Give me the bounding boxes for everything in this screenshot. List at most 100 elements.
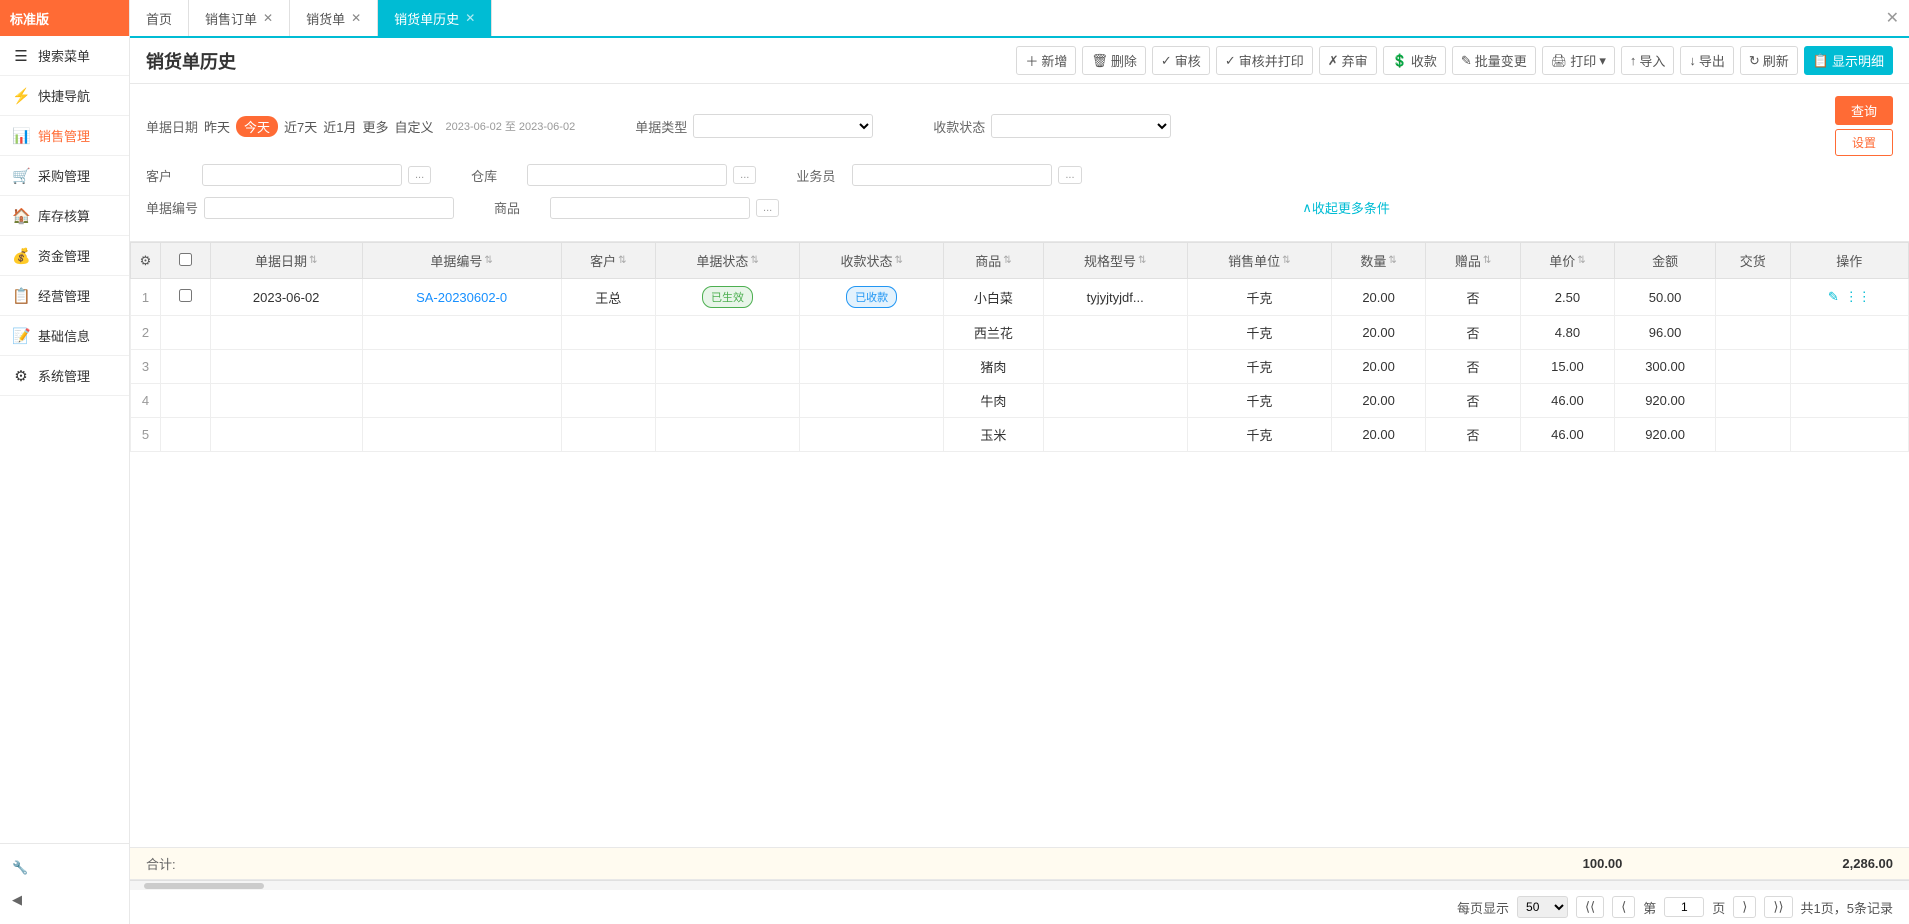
shortcut-today[interactable]: 今天 [236, 116, 278, 137]
shortcut-1month[interactable]: 近1月 [323, 117, 356, 136]
cell-checkbox[interactable] [161, 418, 211, 452]
tab-sales-order-close[interactable]: ✕ [263, 11, 273, 25]
cell-doc-num[interactable] [362, 384, 561, 418]
sidebar-collapse[interactable]: ◀ [0, 884, 129, 916]
table-area: ⚙ 单据日期⇅ 单据编号⇅ 客户⇅ 单据状态⇅ 收款状态⇅ 商品⇅ 规格型号⇅ … [130, 242, 1909, 847]
cell-checkbox[interactable] [161, 384, 211, 418]
sidebar-item-sales-mgmt[interactable]: 📊 销售管理 [0, 116, 129, 156]
tab-sales-history[interactable]: 销货单历史 ✕ [378, 0, 492, 36]
page-prev-button[interactable]: ⟨ [1612, 896, 1635, 918]
customer-input[interactable] [202, 164, 402, 186]
audit-print-button[interactable]: ✓ 审核并打印 [1216, 46, 1313, 75]
warehouse-ellipsis[interactable]: ... [733, 166, 756, 184]
shortcut-yesterday[interactable]: 昨天 [204, 117, 230, 136]
page-next-button[interactable]: ⟩ [1733, 896, 1756, 918]
refresh-button[interactable]: ↻ 刷新 [1740, 46, 1798, 75]
cell-checkbox[interactable] [161, 350, 211, 384]
print-button[interactable]: 🖨 打印 ▾ [1542, 46, 1615, 75]
page-input[interactable]: 1 [1664, 897, 1704, 917]
payment-status-select[interactable] [991, 114, 1171, 138]
ops-mgmt-icon: 📋 [12, 287, 30, 305]
filter-row-2: 客户 ... 仓库 ... 业务员 ... [146, 164, 1893, 186]
goods-ellipsis[interactable]: ... [756, 199, 779, 217]
cell-doc-num[interactable] [362, 316, 561, 350]
sidebar-item-base-info[interactable]: 📝 基础信息 [0, 316, 129, 356]
shortcut-7days[interactable]: 近7天 [284, 117, 317, 136]
sidebar-item-purchase-mgmt[interactable]: 🛒 采购管理 [0, 156, 129, 196]
collapse-button[interactable]: ∧ 收起更多条件 [1298, 194, 1394, 221]
audit-icon: ✓ [1161, 53, 1172, 69]
goods-input[interactable] [550, 197, 750, 219]
sales-rep-ellipsis[interactable]: ... [1058, 166, 1081, 184]
select-all-checkbox[interactable] [179, 253, 192, 266]
cell-row-num: 5 [131, 418, 161, 452]
batch-change-icon: ✎ [1461, 53, 1472, 69]
summary-amount: 2,286.00 [1842, 856, 1893, 871]
page-size-select[interactable]: 50 20 100 [1517, 896, 1568, 918]
th-payment-status[interactable]: 收款状态⇅ [800, 243, 944, 279]
sidebar-item-sys-mgmt[interactable]: ⚙ 系统管理 [0, 356, 129, 396]
tab-sales-shipment[interactable]: 销货单 ✕ [290, 0, 378, 36]
page-first-button[interactable]: ⟨⟨ [1576, 896, 1604, 918]
cell-checkbox[interactable] [161, 316, 211, 350]
filter-area: 单据日期 昨天 今天 近7天 近1月 更多 自定义 2023-06-02 至 2… [130, 84, 1909, 242]
doc-type-select[interactable] [693, 114, 873, 138]
edit-action-icon[interactable]: ✎ [1828, 289, 1839, 304]
customer-ellipsis[interactable]: ... [408, 166, 431, 184]
filter-customer: 客户 ... [146, 164, 431, 186]
shortcut-custom[interactable]: 自定义 [395, 117, 434, 136]
cell-doc-num[interactable]: SA-20230602-0 [362, 279, 561, 316]
th-sales-unit[interactable]: 销售单位⇅ [1187, 243, 1331, 279]
show-details-button[interactable]: 📋 显示明细 [1804, 46, 1893, 75]
delete-button[interactable]: 🗑 删除 [1082, 46, 1146, 75]
th-unit-price[interactable]: 单价⇅ [1520, 243, 1614, 279]
sidebar-item-inventory[interactable]: 🏠 库存核算 [0, 196, 129, 236]
th-doc-num[interactable]: 单据编号⇅ [362, 243, 561, 279]
sidebar-bottom-settings[interactable]: 🔧 [0, 852, 129, 884]
th-gift[interactable]: 赠品⇅ [1426, 243, 1520, 279]
page-last-button[interactable]: ⟩⟩ [1764, 896, 1792, 918]
tab-sales-history-close[interactable]: ✕ [465, 11, 475, 25]
abandon-button[interactable]: ✗ 弃审 [1319, 46, 1377, 75]
doc-num-input[interactable] [204, 197, 454, 219]
cell-checkbox[interactable] [161, 279, 211, 316]
sidebar-item-fund-mgmt[interactable]: 💰 资金管理 [0, 236, 129, 276]
scrollbar-thumb[interactable] [144, 883, 264, 889]
audit-button[interactable]: ✓ 审核 [1152, 46, 1210, 75]
filter-date: 单据日期 昨天 今天 近7天 近1月 更多 自定义 2023-06-02 至 2… [146, 116, 575, 137]
tab-sales-order[interactable]: 销售订单 ✕ [189, 0, 290, 36]
th-settings[interactable]: ⚙ [131, 243, 161, 279]
import-button[interactable]: ↑ 导入 [1621, 46, 1675, 75]
row-checkbox[interactable] [179, 289, 192, 302]
cell-goods: 猪肉 [944, 350, 1043, 384]
shortcut-more[interactable]: 更多 [363, 117, 389, 136]
batch-change-button[interactable]: ✎ 批量变更 [1452, 46, 1536, 75]
cell-doc-num[interactable] [362, 418, 561, 452]
sidebar-item-ops-mgmt[interactable]: 📋 经营管理 [0, 276, 129, 316]
th-doc-date[interactable]: 单据日期⇅ [210, 243, 362, 279]
th-customer[interactable]: 客户⇅ [561, 243, 655, 279]
sidebar-item-quick-nav[interactable]: ⚡ 快捷导航 [0, 76, 129, 116]
collect-button[interactable]: 💲 收款 [1383, 46, 1446, 75]
cell-doc-num[interactable] [362, 350, 561, 384]
th-quantity[interactable]: 数量⇅ [1331, 243, 1425, 279]
summary-row: 合计: 100.00 2,286.00 [130, 848, 1909, 880]
th-spec[interactable]: 规格型号⇅ [1043, 243, 1187, 279]
tab-home[interactable]: 首页 [130, 0, 189, 36]
sidebar-item-search-menu[interactable]: ☰ 搜索菜单 [0, 36, 129, 76]
set-button[interactable]: 设置 [1835, 129, 1893, 156]
cell-sales-unit: 千克 [1187, 279, 1331, 316]
warehouse-input[interactable] [527, 164, 727, 186]
payment-status-badge: 已收款 [846, 286, 897, 308]
th-goods[interactable]: 商品⇅ [944, 243, 1043, 279]
th-doc-status[interactable]: 单据状态⇅ [655, 243, 799, 279]
th-checkbox[interactable] [161, 243, 211, 279]
tab-sales-shipment-close[interactable]: ✕ [351, 11, 361, 25]
sales-rep-input[interactable] [852, 164, 1052, 186]
query-button[interactable]: 查询 [1835, 96, 1893, 125]
tab-bar-close[interactable]: ✕ [1876, 8, 1909, 28]
new-button[interactable]: ＋ 新增 [1016, 46, 1076, 75]
export-button[interactable]: ↓ 导出 [1680, 46, 1734, 75]
summary-quantity: 100.00 [1583, 856, 1623, 871]
more-action-icon[interactable]: ⋮⋮ [1845, 289, 1871, 304]
